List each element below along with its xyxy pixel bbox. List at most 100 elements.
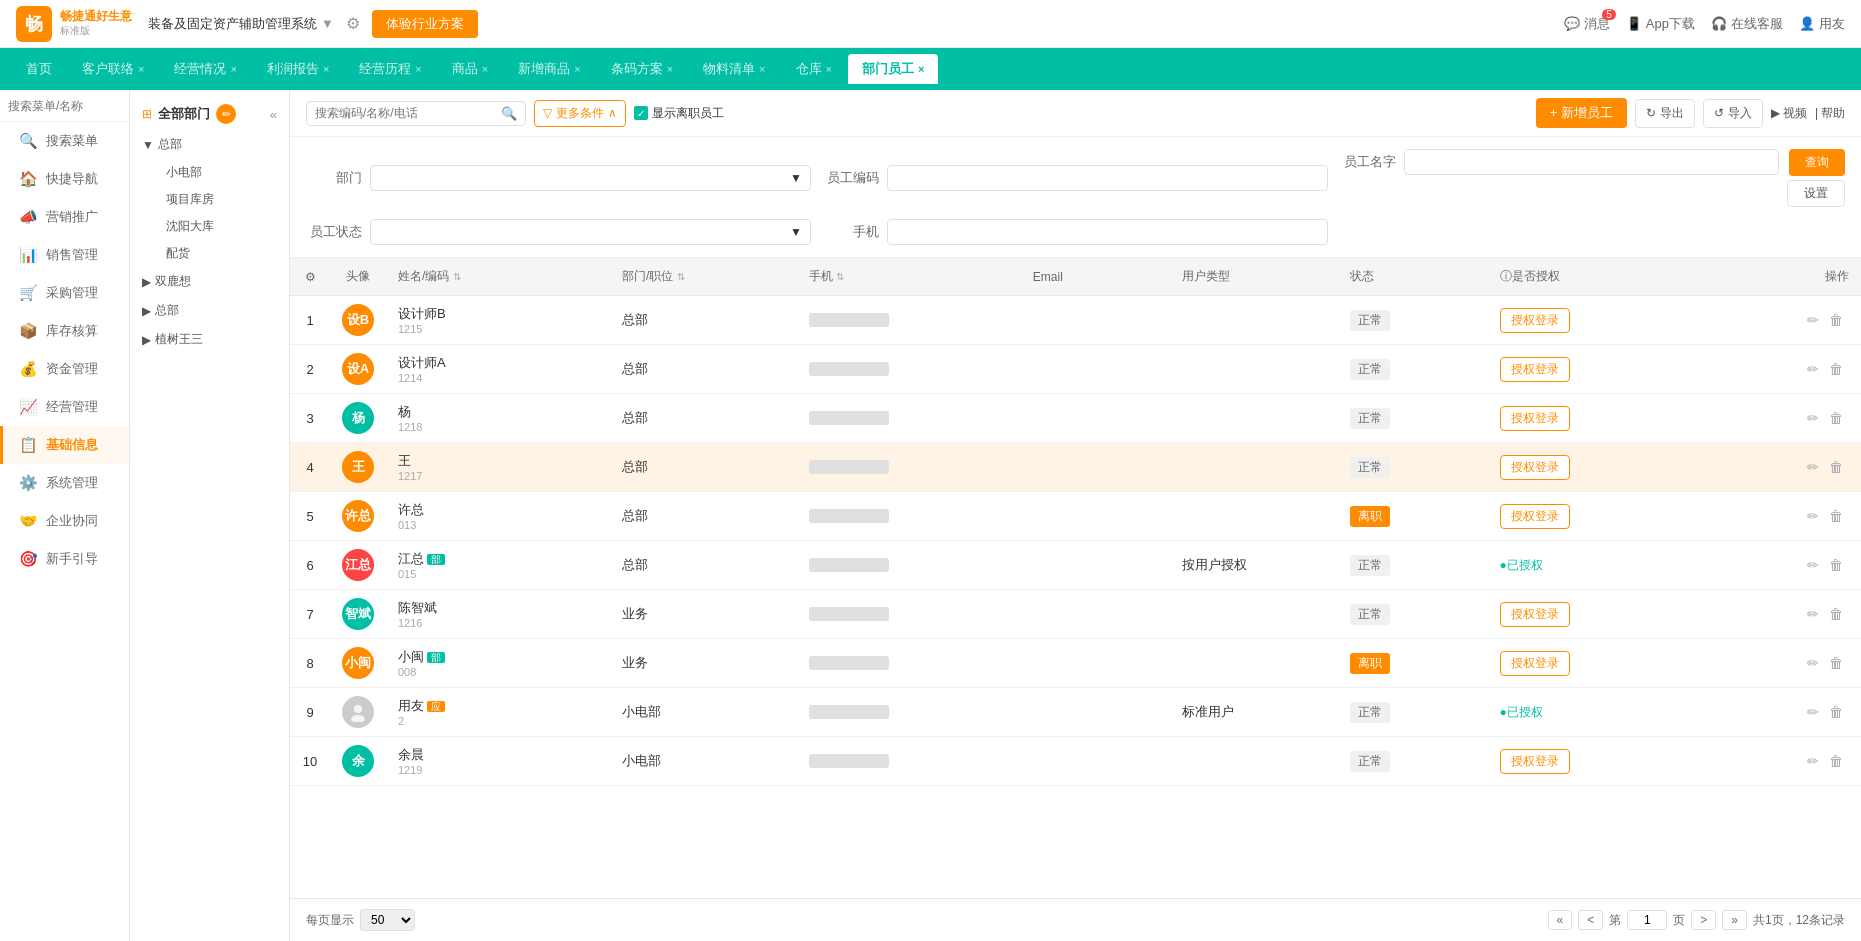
- online-service-button[interactable]: 🎧 在线客服: [1711, 15, 1783, 33]
- edit-button[interactable]: ✏: [1807, 312, 1819, 328]
- dept-item-xiaodibu[interactable]: 小电部: [130, 159, 289, 186]
- dept-item-zongbu2[interactable]: ▶ 总部: [130, 296, 289, 325]
- edit-button[interactable]: ✏: [1807, 361, 1819, 377]
- auth-login-button[interactable]: 授权登录: [1500, 357, 1570, 382]
- tab-addgoods[interactable]: 新增商品×: [504, 54, 594, 84]
- delete-button[interactable]: 🗑: [1829, 557, 1843, 573]
- col-dept[interactable]: 部门/职位 ⇅: [610, 258, 797, 296]
- tab-close-profit[interactable]: ×: [323, 63, 329, 75]
- delete-button[interactable]: 🗑: [1829, 410, 1843, 426]
- auth-login-button[interactable]: 授权登录: [1500, 602, 1570, 627]
- tab-employee[interactable]: 部门员工×: [848, 54, 938, 84]
- tab-close-history[interactable]: ×: [415, 63, 421, 75]
- sidebar-item-guide[interactable]: 🎯新手引导: [0, 540, 129, 578]
- filter-status-select[interactable]: ▼: [370, 219, 811, 245]
- delete-button[interactable]: 🗑: [1829, 606, 1843, 622]
- edit-button[interactable]: ✏: [1807, 459, 1819, 475]
- help-button[interactable]: | 帮助: [1815, 105, 1845, 122]
- col-phone[interactable]: 手机 ⇅: [797, 258, 1021, 296]
- edit-button[interactable]: ✏: [1807, 655, 1819, 671]
- dept-collapse-icon[interactable]: «: [270, 107, 277, 122]
- trial-button[interactable]: 体验行业方案: [372, 10, 478, 38]
- last-page-button[interactable]: »: [1722, 910, 1747, 930]
- next-page-button[interactable]: >: [1691, 910, 1716, 930]
- tab-close-customer[interactable]: ×: [138, 63, 144, 75]
- sidebar-item-bizmanage[interactable]: 📈经营管理: [0, 388, 129, 426]
- dept-item-shuanglu[interactable]: ▶ 双鹿想: [130, 267, 289, 296]
- message-button[interactable]: 💬 消息 5: [1564, 15, 1610, 33]
- title-dropdown-icon[interactable]: ▼: [321, 16, 334, 31]
- reset-button[interactable]: 设置: [1787, 180, 1845, 207]
- tab-home[interactable]: 首页: [12, 54, 66, 84]
- sidebar-item-purchase[interactable]: 🛒采购管理: [0, 274, 129, 312]
- tab-history[interactable]: 经营历程×: [345, 54, 435, 84]
- delete-button[interactable]: 🗑: [1829, 361, 1843, 377]
- filter-dept-select[interactable]: ▼: [370, 165, 811, 191]
- dept-item-shenyang[interactable]: 沈阳大库: [130, 213, 289, 240]
- sidebar-item-system[interactable]: ⚙️系统管理: [0, 464, 129, 502]
- search-input[interactable]: [315, 106, 495, 120]
- view-button[interactable]: ▶ 视频: [1771, 105, 1807, 122]
- tab-close-employee[interactable]: ×: [918, 63, 924, 75]
- sidebar-item-finance[interactable]: 💰资金管理: [0, 350, 129, 388]
- tab-bom[interactable]: 物料清单×: [689, 54, 779, 84]
- search-icon[interactable]: 🔍: [501, 106, 517, 121]
- sidebar-item-inventory[interactable]: 📦库存核算: [0, 312, 129, 350]
- delete-button[interactable]: 🗑: [1829, 312, 1843, 328]
- edit-button[interactable]: ✏: [1807, 410, 1819, 426]
- sidebar-search-input[interactable]: [8, 99, 130, 113]
- sidebar-item-search[interactable]: 🔍搜索菜单: [0, 122, 129, 160]
- auth-login-button[interactable]: 授权登录: [1500, 651, 1570, 676]
- tab-close-addgoods[interactable]: ×: [574, 63, 580, 75]
- tab-goods[interactable]: 商品×: [438, 54, 502, 84]
- filter-phone-input[interactable]: [887, 219, 1328, 245]
- first-page-button[interactable]: «: [1548, 910, 1573, 930]
- delete-button[interactable]: 🗑: [1829, 753, 1843, 769]
- edit-button[interactable]: ✏: [1807, 557, 1819, 573]
- tab-close-bom[interactable]: ×: [759, 63, 765, 75]
- delete-button[interactable]: 🗑: [1829, 508, 1843, 524]
- export-button[interactable]: ↻ 导出: [1635, 99, 1695, 128]
- tab-close-barcode[interactable]: ×: [667, 63, 673, 75]
- edit-button[interactable]: ✏: [1807, 508, 1819, 524]
- delete-button[interactable]: 🗑: [1829, 459, 1843, 475]
- app-download-button[interactable]: 📱 App下载: [1626, 15, 1695, 33]
- col-name[interactable]: 姓名/编码 ⇅: [386, 258, 610, 296]
- add-employee-button[interactable]: + 新增员工: [1536, 98, 1627, 128]
- tab-profit[interactable]: 利润报告×: [253, 54, 343, 84]
- import-button[interactable]: ↺ 导入: [1703, 99, 1763, 128]
- prev-page-button[interactable]: <: [1578, 910, 1603, 930]
- per-page-select[interactable]: 50 100: [360, 909, 415, 931]
- edit-button[interactable]: ✏: [1807, 606, 1819, 622]
- sidebar-item-collab[interactable]: 🤝企业协同: [0, 502, 129, 540]
- col-settings[interactable]: ⚙: [290, 258, 330, 296]
- filter-empname-input[interactable]: [1404, 149, 1779, 175]
- query-button[interactable]: 查询: [1789, 149, 1845, 176]
- auth-login-button[interactable]: 授权登录: [1500, 749, 1570, 774]
- more-filter-button[interactable]: ▽ 更多条件 ∧: [534, 100, 626, 127]
- sidebar-item-sales[interactable]: 📊销售管理: [0, 236, 129, 274]
- auth-login-button[interactable]: 授权登录: [1500, 504, 1570, 529]
- sidebar-item-marketing[interactable]: 📣营销推广: [0, 198, 129, 236]
- dept-item-zongbu-parent[interactable]: ▼ 总部: [130, 130, 289, 159]
- auth-login-button[interactable]: 授权登录: [1500, 308, 1570, 333]
- dept-item-zhishu[interactable]: ▶ 植树王三: [130, 325, 289, 354]
- dept-edit-button[interactable]: ✏: [216, 104, 236, 124]
- user-menu[interactable]: 👤 用友: [1799, 15, 1845, 33]
- show-resigned-toggle[interactable]: ✓ 显示离职员工: [634, 105, 724, 122]
- sidebar-item-basic[interactable]: 📋基础信息: [0, 426, 129, 464]
- delete-button[interactable]: 🗑: [1829, 704, 1843, 720]
- tab-operation[interactable]: 经营情况×: [160, 54, 250, 84]
- settings-icon[interactable]: ⚙: [346, 14, 360, 33]
- filter-empcode-input[interactable]: [887, 165, 1328, 191]
- tab-customer[interactable]: 客户联络×: [68, 54, 158, 84]
- auth-login-button[interactable]: 授权登录: [1500, 406, 1570, 431]
- tab-barcode[interactable]: 条码方案×: [597, 54, 687, 84]
- tab-warehouse[interactable]: 仓库×: [782, 54, 846, 84]
- edit-button[interactable]: ✏: [1807, 704, 1819, 720]
- delete-button[interactable]: 🗑: [1829, 655, 1843, 671]
- tab-close-goods[interactable]: ×: [482, 63, 488, 75]
- page-input[interactable]: [1627, 910, 1667, 930]
- auth-login-button[interactable]: 授权登录: [1500, 455, 1570, 480]
- tab-close-warehouse[interactable]: ×: [826, 63, 832, 75]
